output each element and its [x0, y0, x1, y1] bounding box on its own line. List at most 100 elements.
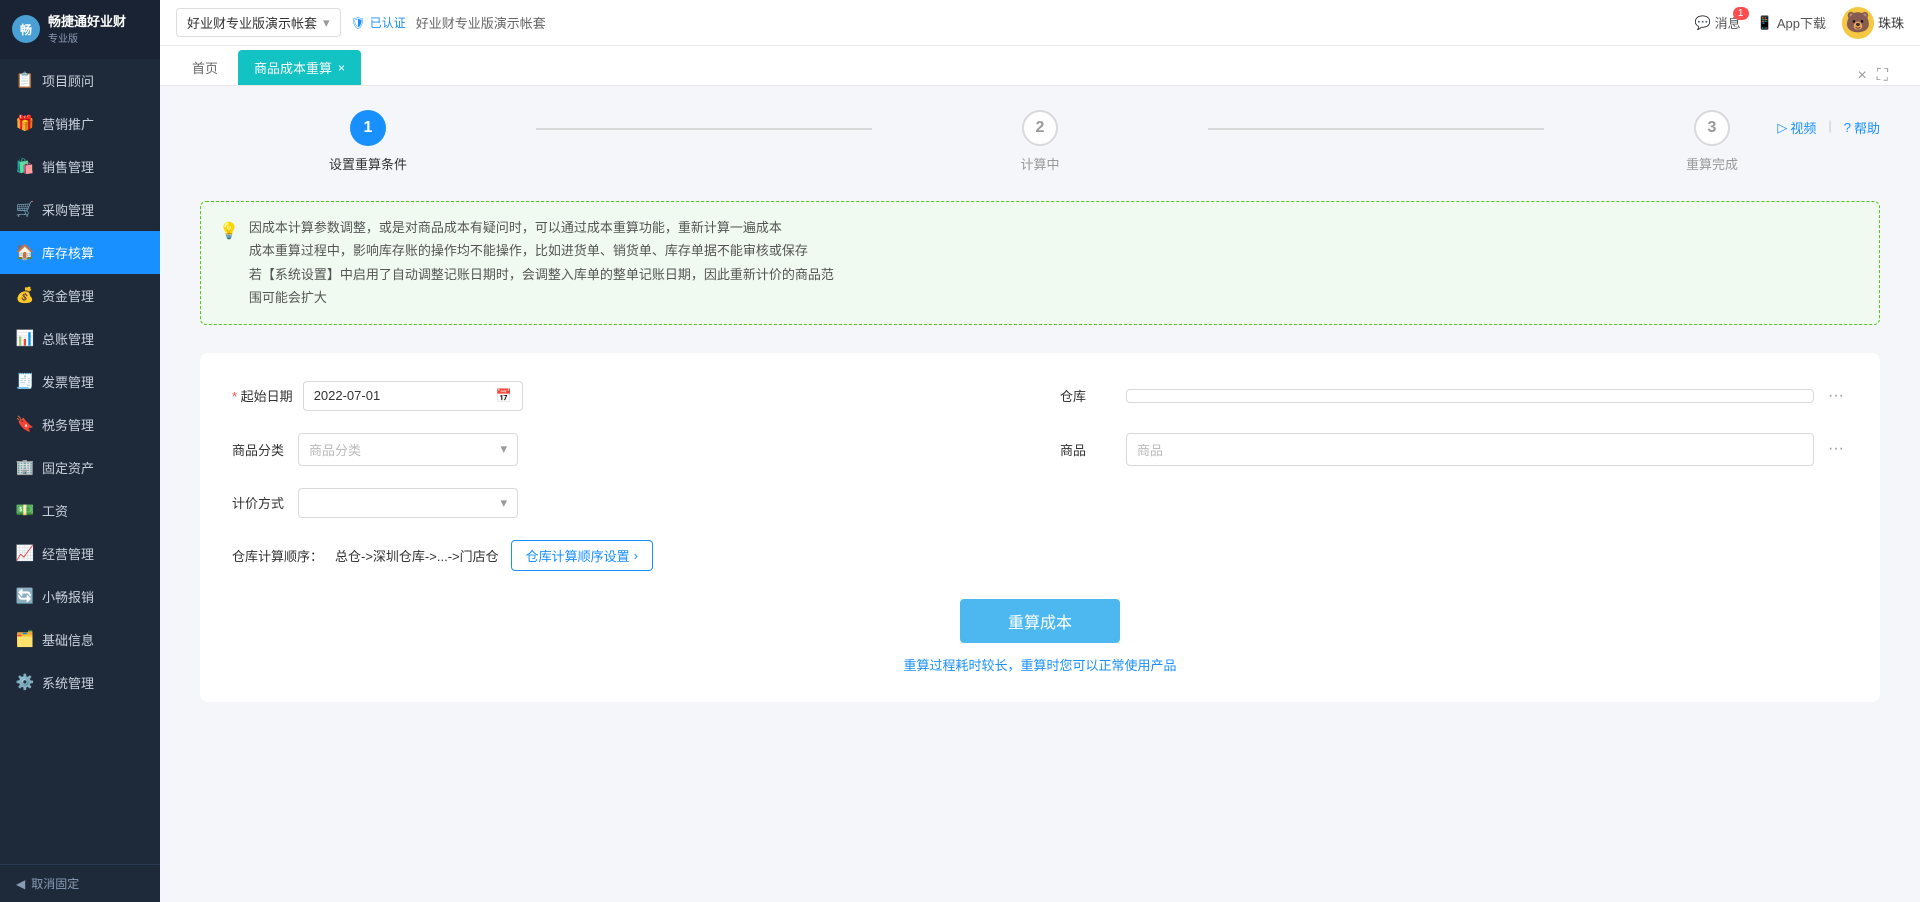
finance-icon: 💰 [16, 286, 34, 304]
app-download-button[interactable]: 📱 App下载 [1757, 13, 1826, 32]
product-placeholder: 商品 [1137, 440, 1163, 459]
step-1-circle: 1 [350, 110, 386, 146]
form-row-3: 计价方式 ▾ [232, 488, 1848, 518]
avatar: 🐻 [1842, 7, 1874, 39]
sidebar-item-project[interactable]: 📋 项目顾问 [0, 59, 160, 102]
warehouse-order-settings-label: 仓库计算顺序设置 [526, 546, 630, 565]
info-text: 因成本计算参数调整，或是对商品成本有疑问时，可以通过成本重算功能，重新计算一遍成… [249, 216, 834, 310]
tab-recalc-label: 商品成本重算 [254, 58, 332, 77]
maximize-window-icon[interactable]: ⛶ [1877, 67, 1888, 85]
help-icon: ? [1844, 120, 1851, 135]
step-1-label: 设置重算条件 [329, 154, 407, 173]
sales-icon: 🛍️ [16, 157, 34, 175]
start-date-field: 起始日期 2022-07-01 📅 [232, 381, 1020, 411]
sidebar-item-assets[interactable]: 🏢 固定资产 [0, 446, 160, 489]
sidebar-item-payroll[interactable]: 💵 工资 [0, 489, 160, 532]
phone-icon: 📱 [1757, 15, 1773, 31]
tab-home[interactable]: 首页 [176, 50, 234, 85]
user-avatar-area[interactable]: 🐻 珠珠 [1842, 7, 1904, 39]
payroll-icon: 💵 [16, 501, 34, 519]
accounting-icon: 📊 [16, 329, 34, 347]
sidebar-item-basic[interactable]: 🗂️ 基础信息 [0, 618, 160, 661]
sidebar-item-label: 项目顾问 [42, 71, 94, 90]
warehouse-field: 仓库 ··· [1060, 386, 1848, 405]
content-area: 1 设置重算条件 2 计算中 3 重算完成 ▷ 视频 [160, 86, 1920, 902]
purchase-icon: 🛒 [16, 200, 34, 218]
username: 珠珠 [1878, 13, 1904, 32]
sidebar-item-expense[interactable]: 🔄 小畅报销 [0, 575, 160, 618]
category-label: 商品分类 [232, 440, 288, 459]
product-label: 商品 [1060, 440, 1116, 459]
dropdown-icon: ▾ [323, 15, 330, 31]
step-line-2 [1208, 128, 1544, 130]
sidebar-item-system[interactable]: ⚙️ 系统管理 [0, 661, 160, 704]
sidebar-item-label: 小畅报销 [42, 587, 94, 606]
info-line-2: 成本重算过程中，影响库存账的操作均不能操作，比如进货单、销货单、库存单据不能审核… [249, 239, 834, 262]
tab-bar: 首页 商品成本重算 × × ⛶ [160, 46, 1920, 86]
sidebar-item-tax[interactable]: 🔖 税务管理 [0, 403, 160, 446]
category-placeholder: 商品分类 [309, 440, 361, 459]
logo-subtitle: 专业版 [48, 30, 126, 45]
help-doc-link[interactable]: ? 帮助 [1844, 118, 1880, 137]
sidebar-item-label: 发票管理 [42, 372, 94, 391]
sidebar-item-inventory[interactable]: 🏠 库存核算 [0, 231, 160, 274]
sidebar-item-operation[interactable]: 📈 经营管理 [0, 532, 160, 575]
messages-button[interactable]: 💬 消息 1 [1694, 13, 1740, 32]
tab-recalc[interactable]: 商品成本重算 × [238, 50, 361, 85]
sidebar-item-label: 固定资产 [42, 458, 94, 477]
step-1: 1 设置重算条件 [200, 110, 536, 173]
sidebar-item-accounting[interactable]: 📊 总账管理 [0, 317, 160, 360]
start-date-value: 2022-07-01 [314, 388, 381, 403]
product-input[interactable]: 商品 [1126, 433, 1814, 466]
info-bulb-icon: 💡 [219, 218, 239, 247]
recalculate-button[interactable]: 重算成本 [960, 599, 1120, 643]
category-select[interactable]: 商品分类 ▾ [298, 433, 518, 466]
sidebar-item-marketing[interactable]: 🎁 营销推广 [0, 102, 160, 145]
stepper-help: ▷ 视频 | ? 帮助 [1777, 118, 1880, 137]
unpin-button[interactable]: ◀ 取消固定 [0, 864, 160, 902]
chevron-right-icon: › [634, 548, 638, 563]
messages-badge: 1 [1733, 7, 1749, 20]
topbar: 好业财专业版演示帐套 ▾ 🛡 已认证 好业财专业版演示帐套 💬 消息 1 📱 A… [160, 0, 1920, 46]
sidebar-item-purchase[interactable]: 🛒 采购管理 [0, 188, 160, 231]
sidebar-item-invoice[interactable]: 🧾 发票管理 [0, 360, 160, 403]
calendar-icon[interactable]: 📅 [496, 388, 512, 404]
form-row-1: 起始日期 2022-07-01 📅 仓库 ··· [232, 381, 1848, 411]
unpin-label: 取消固定 [31, 875, 79, 892]
tax-icon: 🔖 [16, 415, 34, 433]
account-selector[interactable]: 好业财专业版演示帐套 ▾ [176, 8, 341, 37]
sidebar-item-label: 经营管理 [42, 544, 94, 563]
product-field: 商品 商品 ··· [1060, 433, 1848, 466]
start-date-label: 起始日期 [232, 386, 293, 405]
tab-close-icon[interactable]: × [338, 61, 345, 75]
sidebar-logo: 畅 畅捷通好业财 专业版 [0, 0, 160, 59]
warehouse-more-icon[interactable]: ··· [1824, 387, 1848, 405]
tab-home-label: 首页 [192, 58, 218, 77]
start-date-input[interactable]: 2022-07-01 📅 [303, 381, 523, 411]
pricing-label: 计价方式 [232, 493, 288, 512]
account-name: 好业财专业版演示帐套 [187, 13, 317, 32]
step-line-1 [536, 128, 872, 130]
sidebar-item-finance[interactable]: 💰 资金管理 [0, 274, 160, 317]
company-name: 好业财专业版演示帐套 [416, 13, 546, 32]
sidebar-item-sales[interactable]: 🛍️ 销售管理 [0, 145, 160, 188]
logo-title: 畅捷通好业财 [48, 14, 126, 30]
step-2-circle: 2 [1022, 110, 1058, 146]
category-field: 商品分类 商品分类 ▾ [232, 433, 1020, 466]
sidebar-item-label: 工资 [42, 501, 68, 520]
step-2-label: 计算中 [1020, 154, 1059, 173]
warehouse-order-settings-button[interactable]: 仓库计算顺序设置 › [511, 540, 653, 571]
warehouse-label: 仓库 [1060, 386, 1116, 405]
warehouse-input[interactable] [1126, 389, 1814, 403]
help-video-link[interactable]: ▷ 视频 [1777, 118, 1816, 137]
message-icon: 💬 [1694, 15, 1710, 31]
pricing-select[interactable]: ▾ [298, 488, 518, 518]
basic-icon: 🗂️ [16, 630, 34, 648]
topbar-right: 💬 消息 1 📱 App下载 🐻 珠珠 [1694, 7, 1904, 39]
step-2: 2 计算中 [872, 110, 1208, 173]
inventory-icon: 🏠 [16, 243, 34, 261]
sidebar-item-label: 营销推广 [42, 114, 94, 133]
product-more-icon[interactable]: ··· [1824, 440, 1848, 458]
close-window-icon[interactable]: × [1857, 67, 1866, 85]
sidebar-item-label: 系统管理 [42, 673, 94, 692]
